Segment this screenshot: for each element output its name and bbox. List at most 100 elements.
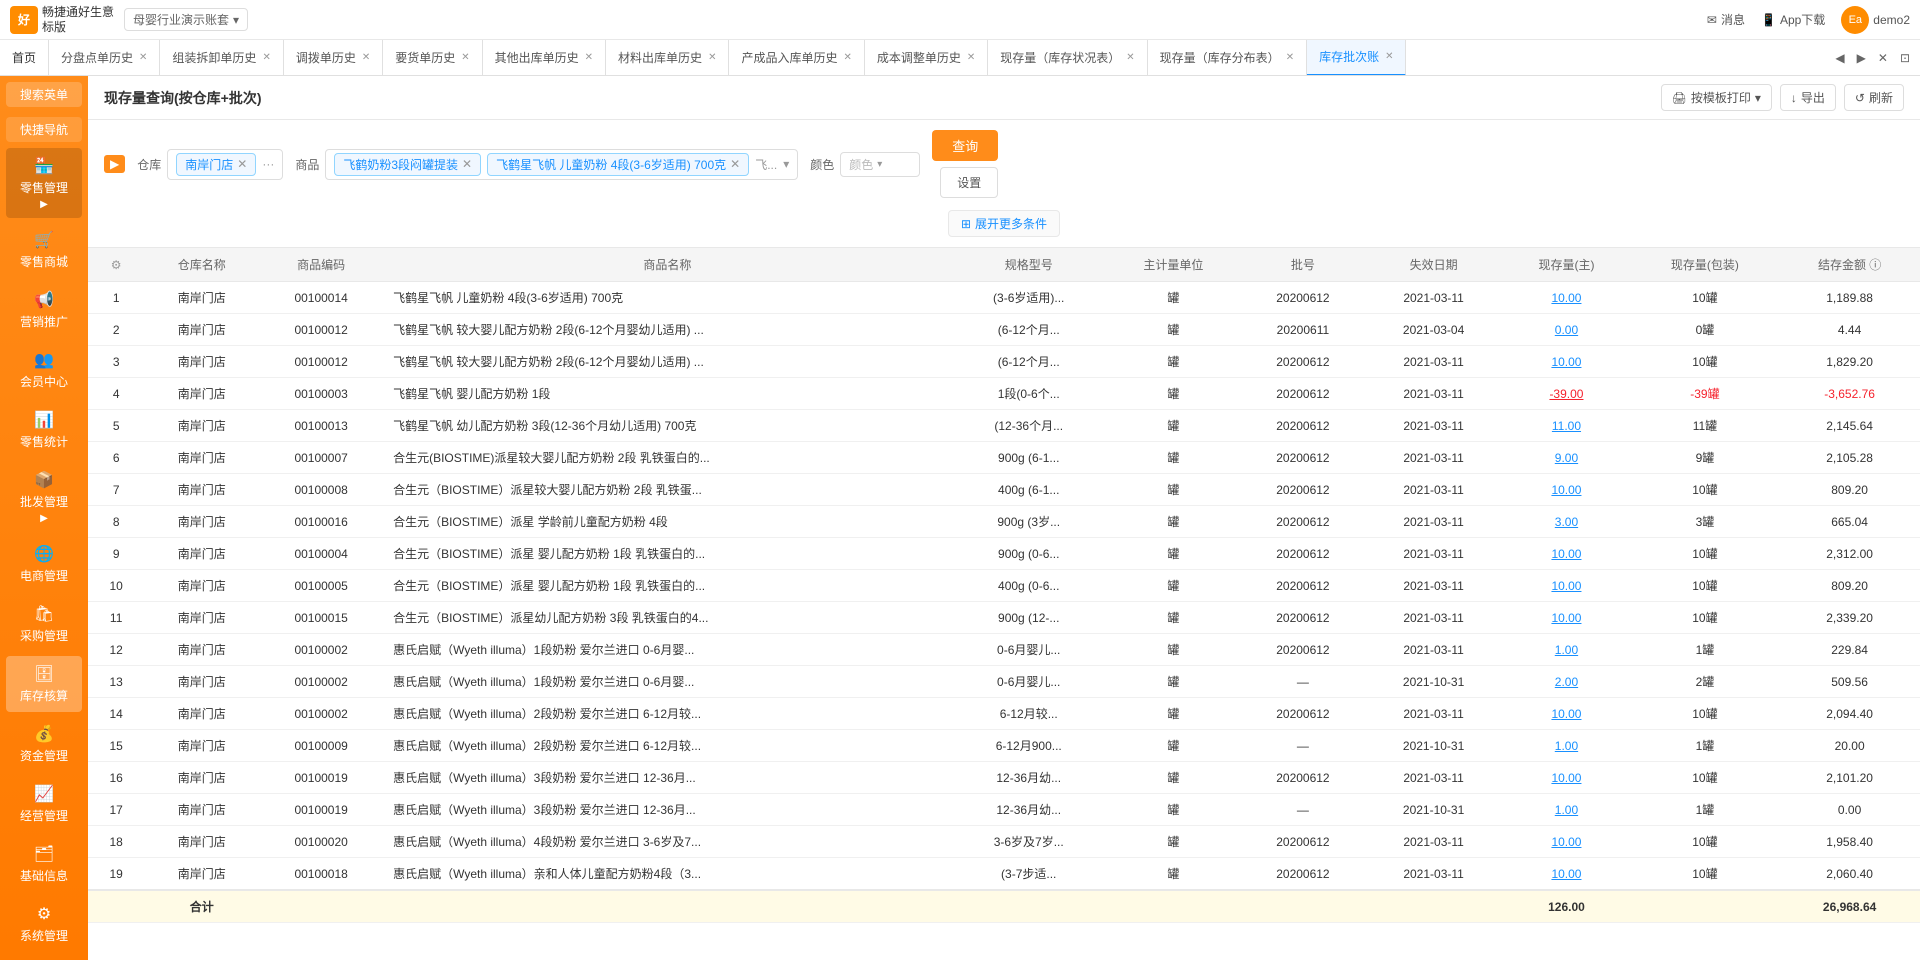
message-btn[interactable]: ✉ 消息 [1707,11,1745,28]
table-cell[interactable]: 10.00 [1502,826,1630,858]
tab-home[interactable]: 首页 [0,40,49,76]
print-btn[interactable]: 🖨 按模板打印 ▾ [1661,84,1772,111]
goods-more[interactable]: 飞... [755,156,777,173]
sidebar-item-marketing[interactable]: 📢 营销推广 [6,282,82,338]
sidebar-item-inventory[interactable]: 🗄 库存核算 [6,656,82,712]
table-cell[interactable]: 10.00 [1502,346,1630,378]
table-cell[interactable]: 9.00 [1502,442,1630,474]
table-cell[interactable]: 10.00 [1502,570,1630,602]
tab-ku-cun-pi[interactable]: 库存批次账 ✕ [1307,40,1406,76]
sidebar-item-purchase[interactable]: 🛍 采购管理 [6,596,82,652]
close-icon[interactable]: ✕ [362,52,370,63]
settings-gear-icon[interactable]: ⚙ [111,258,122,272]
table-cell: 00100002 [259,634,383,666]
table-cell[interactable]: 10.00 [1502,474,1630,506]
table-cell[interactable]: 0.00 [1502,314,1630,346]
sidebar-item-finance[interactable]: 💰 资金管理 [6,716,82,772]
close-icon[interactable]: ✕ [585,52,593,63]
sidebar-item-enterprise[interactable]: 🤝 企业协同 [6,956,82,960]
color-dropdown[interactable]: 颜色 ▾ [840,152,920,177]
sidebar-item-ecommerce[interactable]: 🌐 电商管理 [6,536,82,592]
tab-yao-huo[interactable]: 要货单历史 ✕ [383,40,482,76]
tab-diao-bo[interactable]: 调拨单历史 ✕ [284,40,383,76]
sidebar-item-zero-mall[interactable]: 🛒 零售商城 [6,222,82,278]
tab-xian-cun-fen[interactable]: 现存量（库存分布表） ✕ [1148,40,1307,76]
industry-selector[interactable]: 母婴行业演示账套 ▾ [124,8,248,31]
table-cell[interactable]: 11.00 [1502,410,1630,442]
tab-prev-btn[interactable]: ◀ [1831,49,1848,67]
table-cell: 2021-10-31 [1365,794,1502,826]
tab-close-btn[interactable]: ✕ [1874,49,1892,67]
sidebar-item-operation[interactable]: 📈 经营管理 [6,776,82,832]
settings-button[interactable]: 设置 [940,167,998,198]
table-cell: 11 [88,602,144,634]
table-cell[interactable]: 10.00 [1502,698,1630,730]
tag-close-icon[interactable]: ✕ [730,157,740,171]
tab-qi-ta-chu[interactable]: 其他出库单历史 ✕ [483,40,606,76]
table-cell[interactable]: 10.00 [1502,282,1630,314]
close-icon[interactable]: ✕ [967,52,975,63]
tab-cheng-ben[interactable]: 成本调整单历史 ✕ [865,40,988,76]
expand-conditions-btn[interactable]: ⊞ 展开更多条件 [948,210,1060,237]
goods-tag-container[interactable]: 飞鹤奶粉3段闷罐提装 ✕ 飞鹤星飞帆 儿童奶粉 4段(3-6岁适用) 700克 … [325,149,798,180]
sidebar-search[interactable]: 搜索英单 [6,82,82,107]
table-cell[interactable]: 10.00 [1502,602,1630,634]
tab-more-btn[interactable]: ⊡ [1896,49,1914,67]
close-icon[interactable]: ✕ [708,52,716,63]
table-cell[interactable]: -39.00 [1502,378,1630,410]
sidebar-quick-nav[interactable]: 快捷导航 [6,117,82,142]
sidebar-item-member[interactable]: 👥 会员中心 [6,342,82,398]
table-cell[interactable]: 1.00 [1502,730,1630,762]
table-cell: 飞鹤星飞帆 儿童奶粉 4段(3-6岁适用) 700克 [383,282,952,314]
arrow-icon: ▶ [40,513,48,524]
table-cell: 0-6月婴儿... [952,666,1106,698]
table-cell[interactable]: 1.00 [1502,794,1630,826]
tab-cai-liao[interactable]: 材料出库单历史 ✕ [606,40,729,76]
close-icon[interactable]: ✕ [1126,52,1134,63]
sidebar-item-base[interactable]: 🗂 基础信息 [6,836,82,892]
close-icon[interactable]: ✕ [461,52,469,63]
filter-expand-arrow[interactable]: ▶ [104,155,125,173]
table-cell: -3,652.76 [1779,378,1920,410]
top-bar-right: ✉ 消息 📱 App下载 Ea demo2 [1707,6,1910,34]
table-cell[interactable]: 10.00 [1502,762,1630,794]
table-cell[interactable]: 3.00 [1502,506,1630,538]
sidebar-item-zero-stats[interactable]: 📊 零售统计 [6,402,82,458]
close-icon[interactable]: ✕ [1385,51,1393,62]
table-cell[interactable]: 2.00 [1502,666,1630,698]
app-download-btn[interactable]: 📱 App下载 [1761,11,1825,28]
tab-next-btn[interactable]: ▶ [1853,49,1870,67]
warehouse-tag-container[interactable]: 南岸门店 ✕ ··· [167,149,283,180]
close-icon[interactable]: ✕ [262,52,270,63]
table-cell[interactable]: 10.00 [1502,538,1630,570]
table-cell: 4.44 [1779,314,1920,346]
export-btn[interactable]: ↓ 导出 [1780,84,1836,111]
refresh-btn[interactable]: ↺ 刷新 [1844,84,1904,111]
tag-close-icon[interactable]: ✕ [237,157,247,171]
query-button[interactable]: 查询 [932,130,998,161]
sidebar-item-zero-sales[interactable]: 🏪 零售管理 ▶ [6,148,82,218]
tag-close-icon[interactable]: ✕ [462,157,472,171]
filter-more[interactable]: ··· [262,157,274,171]
sidebar-item-batch[interactable]: 📦 批发管理 ▶ [6,462,82,532]
table-cell: 罐 [1106,698,1241,730]
table-cell[interactable]: 10.00 [1502,858,1630,891]
tab-chan-pin[interactable]: 产成品入库单历史 ✕ [729,40,864,76]
goods-tag-1[interactable]: 飞鹤奶粉3段闷罐提装 ✕ [334,153,481,176]
close-icon[interactable]: ✕ [139,52,147,63]
table-cell: 00100003 [259,378,383,410]
col-settings[interactable]: ⚙ [88,248,144,282]
close-icon[interactable]: ✕ [1286,52,1294,63]
user-menu[interactable]: Ea demo2 [1841,6,1910,34]
tab-zu-cai[interactable]: 组装拆卸单历史 ✕ [160,40,283,76]
goods-tag-2[interactable]: 飞鹤星飞帆 儿童奶粉 4段(3-6岁适用) 700克 ✕ [487,153,749,176]
arrow-icon: ▶ [40,199,48,210]
tab-xian-cun-ku[interactable]: 现存量（库存状况表） ✕ [988,40,1147,76]
table-cell[interactable]: 1.00 [1502,634,1630,666]
close-icon[interactable]: ✕ [843,52,851,63]
sidebar-item-system[interactable]: ⚙ 系统管理 [6,896,82,952]
warehouse-tag[interactable]: 南岸门店 ✕ [176,153,256,176]
expand-arrow-icon[interactable]: ▶ [104,155,125,173]
table-row: 19南岸门店00100018惠氏启赋（Wyeth illuma）亲和人体儿童配方… [88,858,1920,891]
tab-fen-pan[interactable]: 分盘点单历史 ✕ [49,40,160,76]
